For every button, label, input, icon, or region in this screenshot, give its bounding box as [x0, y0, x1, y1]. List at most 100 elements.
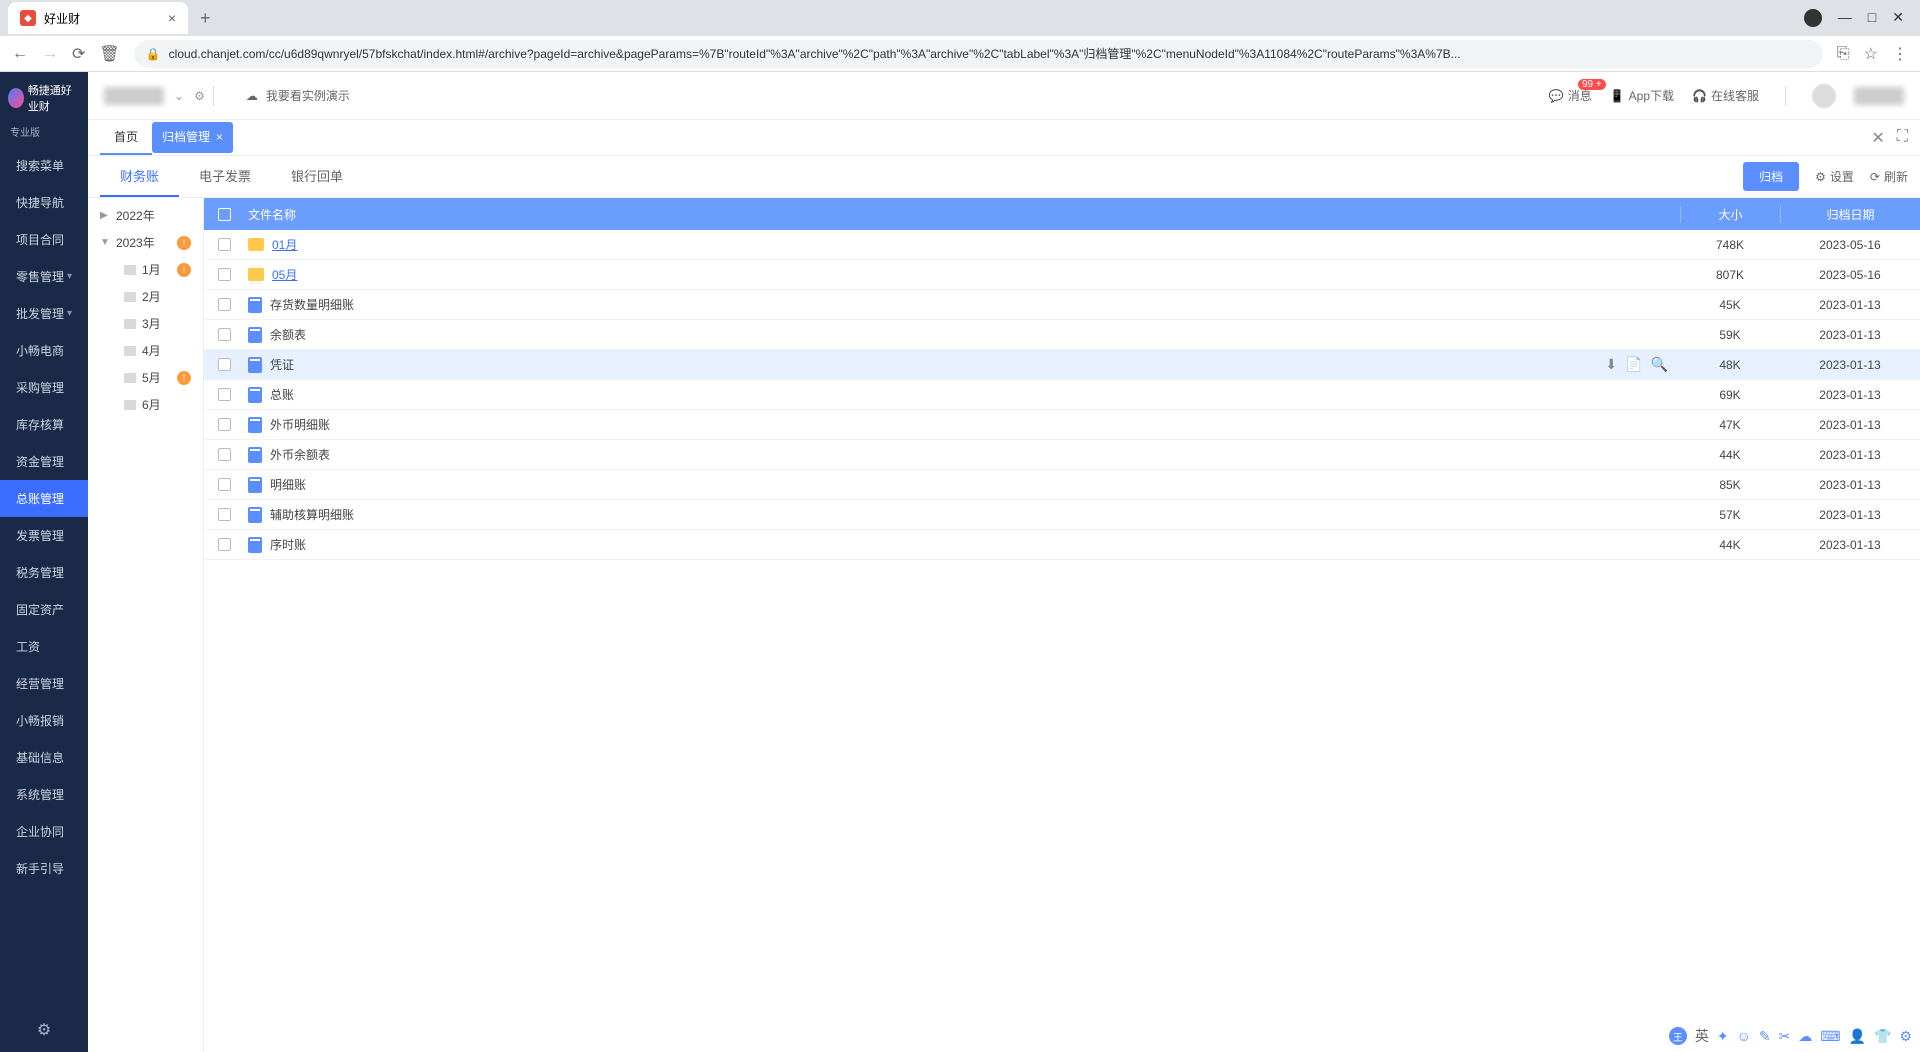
- row-checkbox[interactable]: [218, 238, 231, 251]
- ime-lang[interactable]: 英: [1695, 1026, 1709, 1046]
- ime-edit-icon[interactable]: ✎: [1759, 1028, 1771, 1045]
- sidebar-item-12[interactable]: 固定资产: [0, 591, 88, 628]
- table-row[interactable]: 外币余额表44K2023-01-13: [204, 440, 1920, 470]
- sub-tab-finance[interactable]: 财务账: [100, 156, 179, 197]
- row-checkbox[interactable]: [218, 508, 231, 521]
- tab-archive[interactable]: 归档管理 ×: [152, 122, 233, 153]
- sidebar-item-14[interactable]: 经营管理: [0, 665, 88, 702]
- sidebar-item-2[interactable]: 项目合同: [0, 221, 88, 258]
- star-icon[interactable]: ☆: [1864, 44, 1878, 64]
- minimize-icon[interactable]: —: [1838, 9, 1852, 27]
- gear-icon[interactable]: ⚙: [194, 89, 205, 103]
- sidebar-item-10[interactable]: 发票管理: [0, 517, 88, 554]
- table-row[interactable]: 明细账85K2023-01-13: [204, 470, 1920, 500]
- install-icon[interactable]: ⎘: [1837, 45, 1850, 63]
- sub-tab-bankreceipt[interactable]: 银行回单: [271, 156, 363, 197]
- tree-month-2[interactable]: 2月: [88, 283, 203, 310]
- select-all-checkbox[interactable]: [218, 208, 231, 221]
- sidebar-item-4[interactable]: 批发管理▾: [0, 295, 88, 332]
- table-row[interactable]: 外币明细账47K2023-01-13: [204, 410, 1920, 440]
- download-icon[interactable]: ⬇: [1605, 356, 1617, 373]
- tree-node-2023[interactable]: ▼ 2023年 !: [88, 229, 203, 256]
- sidebar-item-5[interactable]: 小畅电商: [0, 332, 88, 369]
- table-row[interactable]: 05月807K2023-05-16: [204, 260, 1920, 290]
- tab-close-icon[interactable]: ×: [168, 10, 176, 26]
- fullscreen-icon[interactable]: ⛶: [1897, 128, 1908, 148]
- ime-keyboard-icon[interactable]: ⌨: [1820, 1028, 1840, 1045]
- sub-tab-einvoice[interactable]: 电子发票: [179, 156, 271, 197]
- sidebar-item-3[interactable]: 零售管理▾: [0, 258, 88, 295]
- back-icon[interactable]: ←: [12, 45, 28, 63]
- sidebar-item-11[interactable]: 税务管理: [0, 554, 88, 591]
- pdf-icon[interactable]: 📄: [1625, 356, 1642, 373]
- messages-link[interactable]: 💬 消息 99 +: [1549, 87, 1592, 104]
- ime-brand-icon[interactable]: 王: [1669, 1027, 1687, 1045]
- row-checkbox[interactable]: [218, 328, 231, 341]
- row-checkbox[interactable]: [218, 478, 231, 491]
- row-checkbox[interactable]: [218, 418, 231, 431]
- app-download-link[interactable]: 📱 App下载: [1610, 87, 1674, 104]
- sidebar-item-15[interactable]: 小畅报销: [0, 702, 88, 739]
- sidebar-item-6[interactable]: 采购管理: [0, 369, 88, 406]
- tree-month-4[interactable]: 4月: [88, 337, 203, 364]
- table-row[interactable]: 序时账44K2023-01-13: [204, 530, 1920, 560]
- new-tab-button[interactable]: +: [200, 8, 211, 29]
- settings-link[interactable]: ⚙ 设置: [1815, 168, 1854, 185]
- avatar[interactable]: [1812, 84, 1836, 108]
- account-icon[interactable]: [1804, 9, 1822, 27]
- row-checkbox[interactable]: [218, 388, 231, 401]
- company-selector[interactable]: ⌄ ⚙: [104, 87, 205, 105]
- forward-icon[interactable]: →: [42, 45, 58, 63]
- tree-month-3[interactable]: 3月: [88, 310, 203, 337]
- window-close-icon[interactable]: ✕: [1892, 9, 1904, 27]
- ime-gear-icon[interactable]: ⚙: [1899, 1028, 1912, 1045]
- table-row[interactable]: 存货数量明细账45K2023-01-13: [204, 290, 1920, 320]
- row-checkbox[interactable]: [218, 298, 231, 311]
- table-row[interactable]: 凭证⬇📄🔍48K2023-01-13: [204, 350, 1920, 380]
- sidebar-settings-icon[interactable]: ⚙: [0, 1008, 88, 1052]
- menu-icon[interactable]: ⋮: [1892, 44, 1908, 64]
- sidebar-item-19[interactable]: 新手引导: [0, 850, 88, 887]
- table-row[interactable]: 总账69K2023-01-13: [204, 380, 1920, 410]
- file-name-link[interactable]: 01月: [272, 236, 297, 253]
- url-input[interactable]: 🔒 cloud.chanjet.com/cc/u6d89qwnryel/57bf…: [134, 40, 1823, 68]
- tree-month-6[interactable]: 6月: [88, 391, 203, 418]
- sidebar-item-18[interactable]: 企业协同: [0, 813, 88, 850]
- archive-button[interactable]: 归档: [1743, 162, 1799, 191]
- preview-icon[interactable]: 🔍: [1651, 356, 1668, 373]
- table-row[interactable]: 余额表59K2023-01-13: [204, 320, 1920, 350]
- ime-cloud-icon[interactable]: ☁: [1798, 1028, 1812, 1045]
- refresh-link[interactable]: ⟳ 刷新: [1870, 168, 1908, 185]
- sidebar-item-7[interactable]: 库存核算: [0, 406, 88, 443]
- sidebar-item-17[interactable]: 系统管理: [0, 776, 88, 813]
- sidebar-item-8[interactable]: 资金管理: [0, 443, 88, 480]
- table-row[interactable]: 辅助核算明细账57K2023-01-13: [204, 500, 1920, 530]
- sidebar-item-1[interactable]: 快捷导航: [0, 184, 88, 221]
- row-checkbox[interactable]: [218, 358, 231, 371]
- ime-smile-icon[interactable]: ☺: [1737, 1028, 1751, 1044]
- maximize-icon[interactable]: □: [1868, 9, 1876, 27]
- file-name-link[interactable]: 05月: [272, 266, 297, 283]
- tab-home[interactable]: 首页: [100, 120, 152, 155]
- online-service-link[interactable]: 🎧 在线客服: [1692, 87, 1759, 104]
- close-all-icon[interactable]: ✕: [1871, 128, 1884, 148]
- trash-icon[interactable]: 🗑: [99, 44, 119, 64]
- sidebar-item-13[interactable]: 工资: [0, 628, 88, 665]
- row-checkbox[interactable]: [218, 448, 231, 461]
- sidebar-item-16[interactable]: 基础信息: [0, 739, 88, 776]
- tree-month-1[interactable]: 1月!: [88, 256, 203, 283]
- reload-icon[interactable]: ⟳: [72, 44, 85, 64]
- row-checkbox[interactable]: [218, 268, 231, 281]
- ime-sparkle-icon[interactable]: ✦: [1717, 1028, 1729, 1045]
- table-row[interactable]: 01月748K2023-05-16: [204, 230, 1920, 260]
- ime-person-icon[interactable]: 👤: [1849, 1028, 1866, 1045]
- ime-scissors-icon[interactable]: ✂: [1779, 1028, 1791, 1045]
- tab-close-icon[interactable]: ×: [216, 130, 223, 144]
- tree-month-5[interactable]: 5月!: [88, 364, 203, 391]
- row-checkbox[interactable]: [218, 538, 231, 551]
- demo-link[interactable]: ☁ 我要看实例演示: [246, 87, 350, 104]
- tree-node-2022[interactable]: ▶ 2022年: [88, 202, 203, 229]
- ime-shirt-icon[interactable]: 👕: [1874, 1028, 1891, 1045]
- browser-tab[interactable]: ◆ 好业财 ×: [8, 2, 188, 34]
- sidebar-item-9[interactable]: 总账管理: [0, 480, 88, 517]
